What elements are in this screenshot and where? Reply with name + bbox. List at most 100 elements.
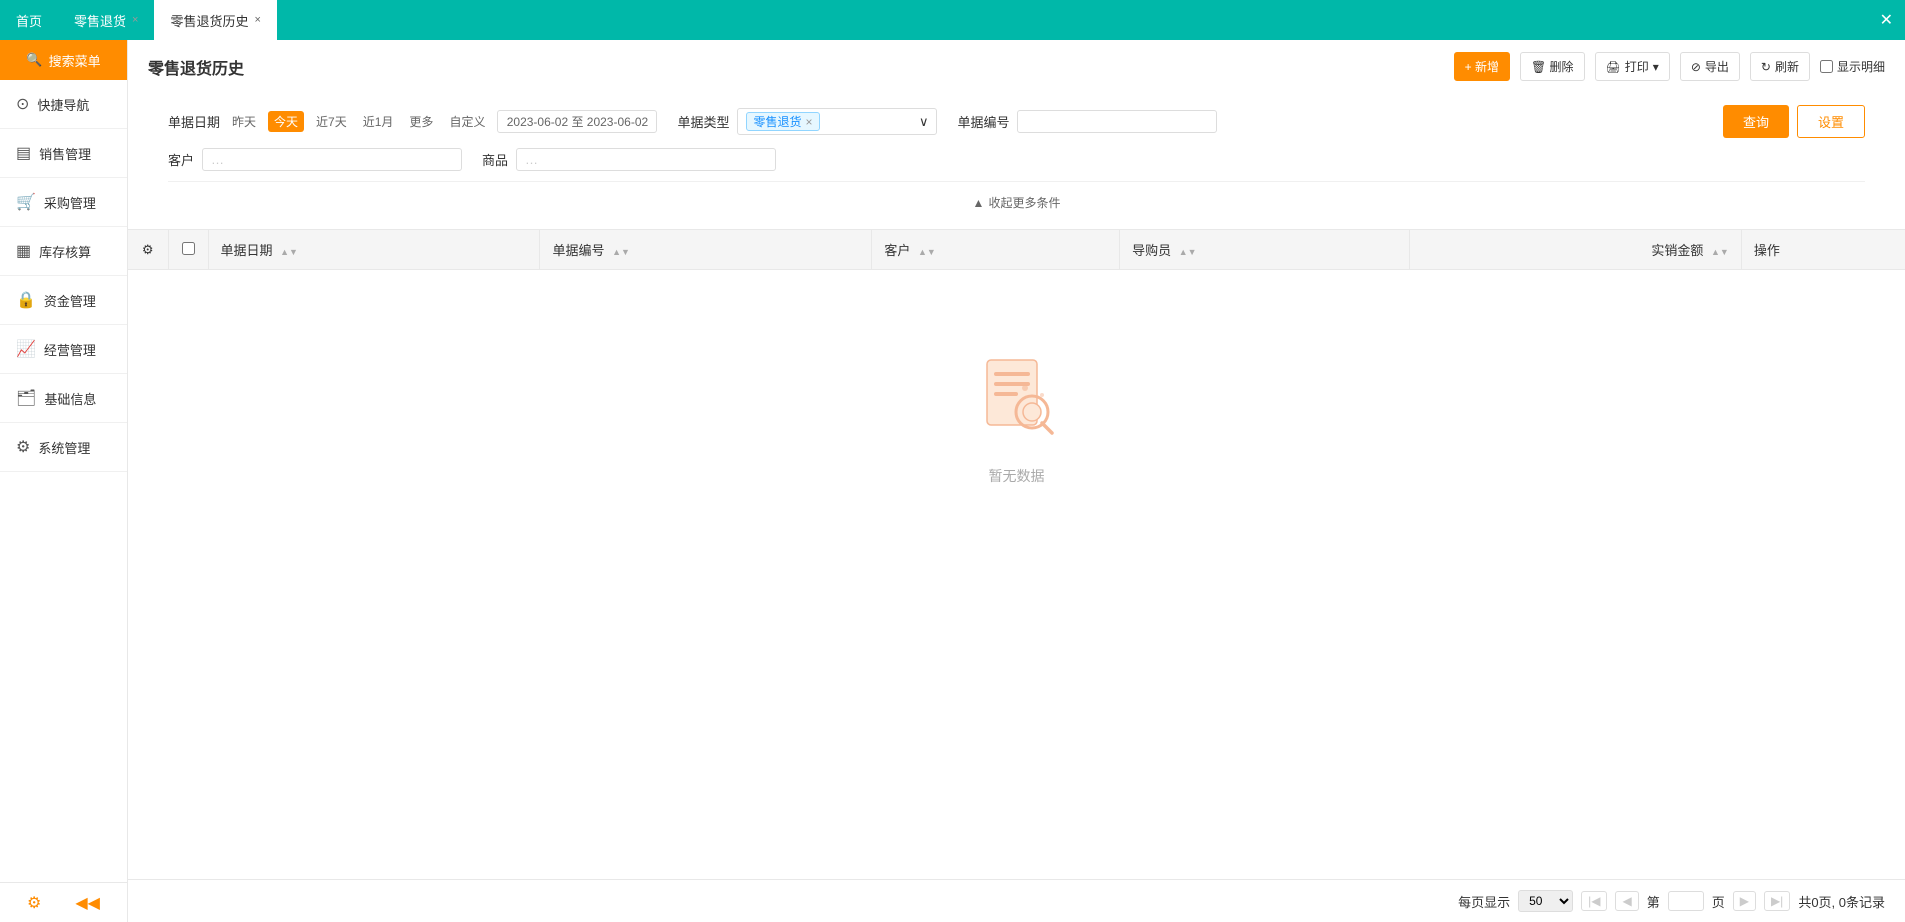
tab-retail-return-label: 零售退货 [74,11,126,30]
tab-retail-return-history-close[interactable]: × [254,14,260,26]
sidebar-footer: ⚙ ◀◀ [0,882,127,922]
tab-retail-return[interactable]: 零售退货 × [58,0,154,40]
audio-icon[interactable]: ◀◀ [75,893,100,913]
show-detail-label: 显示明细 [1837,58,1885,75]
sidebar-item-purchase-mgmt[interactable]: 🛒 采购管理 [0,178,127,227]
date-filter: 单据日期 昨天 今天 近7天 近1月 更多 自定义 2023-06-02 至 2… [168,110,657,133]
purchase-icon: 🛒 [16,192,36,212]
settings-icon: ⚙ [142,242,154,257]
next-page-btn[interactable]: ▶ [1733,891,1756,911]
th-date-sort: ▲▼ [280,247,298,257]
per-page-select[interactable]: 10 20 50 100 [1518,890,1573,912]
settings-icon[interactable]: ⚙ [27,893,41,913]
sidebar-item-basic-info[interactable]: 🗂 基础信息 [0,374,127,423]
filter-area: 单据日期 昨天 今天 近7天 近1月 更多 自定义 2023-06-02 至 2… [148,93,1885,229]
refresh-button[interactable]: ↻ 刷新 [1750,52,1810,81]
tab-retail-return-history-label: 零售退货历史 [170,11,248,30]
sidebar-search[interactable]: 🔍 搜索菜单 [0,40,127,80]
search-icon: 🔍 [26,52,42,68]
th-date-label: 单据日期 [221,243,273,258]
doc-type-label: 单据类型 [677,112,729,131]
delete-button[interactable]: 🗑 删除 [1520,52,1585,81]
sidebar-item-system-label: 系统管理 [38,438,90,457]
sidebar-item-system-mgmt[interactable]: ⚙ 系统管理 [0,423,127,472]
page-header: 零售退货历史 + 新增 🗑 删除 🖨 🖨 打印 打印 ▾ ⊘ 导出 [128,40,1905,230]
sidebar-item-purchase-label: 采购管理 [44,193,96,212]
page-input[interactable]: 1 [1668,891,1704,911]
th-guide[interactable]: 导购员 ▲▼ [1120,230,1410,270]
tab-retail-return-history[interactable]: 零售退货历史 × [154,0,276,40]
tab-home[interactable]: 首页 [0,0,58,40]
th-number[interactable]: 单据编号 ▲▼ [540,230,872,270]
prev-page-btn[interactable]: ◀ [1615,891,1638,911]
date-btn-today[interactable]: 今天 [268,111,304,132]
date-btn-custom[interactable]: 自定义 [445,111,489,132]
nav-tabs: 首页 零售退货 × 零售退货历史 × [0,0,1880,40]
sidebar-item-quick-nav[interactable]: ⊙ 快捷导航 [0,80,127,129]
top-nav-close[interactable]: ✕ [1880,10,1905,30]
page-label-2: 页 [1712,892,1725,911]
print-button[interactable]: 🖨 🖨 打印 打印 ▾ [1595,52,1670,81]
customer-filter: 客户 … [168,148,462,171]
show-detail-checkbox-label[interactable]: 显示明细 [1820,58,1885,75]
th-number-sort: ▲▼ [612,247,630,257]
date-btn-yesterday[interactable]: 昨天 [228,111,260,132]
filter-row-1: 单据日期 昨天 今天 近7天 近1月 更多 自定义 2023-06-02 至 2… [168,105,1865,138]
basic-info-icon: 🗂 [16,388,36,408]
th-date[interactable]: 单据日期 ▲▼ [208,230,540,270]
main-layout: 🔍 搜索菜单 ⊙ 快捷导航 ▤ 销售管理 🛒 采购管理 ▦ 库存核算 🔒 资 [0,40,1905,922]
first-page-btn[interactable]: |◀ [1581,891,1607,911]
goods-input[interactable]: … [516,148,776,171]
table-container: ⚙ 单据日期 ▲▼ 单据编号 ▲▼ [128,230,1905,879]
doc-type-select[interactable]: 零售退货 × ∨ [737,108,937,135]
sidebar-item-sales-mgmt[interactable]: ▤ 销售管理 [0,129,127,178]
date-btn-1month[interactable]: 近1月 [359,111,398,132]
show-detail-checkbox[interactable] [1820,60,1833,73]
goods-filter: 商品 … [482,148,776,171]
per-page-label: 每页显示 [1458,892,1510,911]
collapse-row: ▲ 收起更多条件 [168,181,1865,217]
sidebar-item-operations[interactable]: 📈 经营管理 [0,325,127,374]
setting-button[interactable]: 设置 [1797,105,1865,138]
filter-row-2: 客户 … 商品 … [168,148,1865,171]
doc-number-input[interactable] [1017,110,1217,133]
th-customer[interactable]: 客户 ▲▼ [872,230,1120,270]
doc-type-filter: 单据类型 零售退货 × ∨ [677,108,937,135]
collapse-button[interactable]: ▲ 收起更多条件 [973,188,1061,217]
sidebar-item-finance[interactable]: 🔒 资金管理 [0,276,127,325]
th-action-label: 操作 [1754,243,1780,258]
table-header: ⚙ 单据日期 ▲▼ 单据编号 ▲▼ [128,230,1905,270]
export-button[interactable]: ⊘ 导出 [1680,52,1740,81]
tab-retail-return-close[interactable]: × [132,14,138,26]
quick-nav-icon: ⊙ [16,94,29,114]
doc-type-tag-close[interactable]: × [805,115,812,129]
sidebar-item-sales-label: 销售管理 [39,144,91,163]
sales-icon: ▤ [16,143,31,163]
th-customer-label: 客户 [884,243,910,258]
last-page-btn[interactable]: ▶| [1764,891,1790,911]
print-icon: 🖨 [1606,60,1621,74]
select-all-checkbox[interactable] [182,242,195,255]
customer-input[interactable]: … [202,148,462,171]
sidebar-item-inventory[interactable]: ▦ 库存核算 [0,227,127,276]
sidebar-item-finance-label: 资金管理 [44,291,96,310]
new-button[interactable]: + 新增 [1454,52,1510,81]
date-btn-7days[interactable]: 近7天 [312,111,351,132]
doc-type-value: 零售退货 [753,113,801,130]
doc-type-tag: 零售退货 × [746,112,819,131]
doc-type-dropdown-icon: ∨ [919,114,929,130]
date-btn-more[interactable]: 更多 [405,111,437,132]
query-action-area: 查询 设置 [1723,105,1865,138]
th-amount[interactable]: 实销金额 ▲▼ [1409,230,1741,270]
page-label: 第 [1647,892,1660,911]
operations-icon: 📈 [16,339,36,359]
date-range-input[interactable]: 2023-06-02 至 2023-06-02 [497,110,657,133]
doc-number-filter: 单据编号 [957,110,1217,133]
th-settings[interactable]: ⚙ [128,230,168,270]
refresh-icon: ↻ [1761,60,1771,74]
sidebar: 🔍 搜索菜单 ⊙ 快捷导航 ▤ 销售管理 🛒 采购管理 ▦ 库存核算 🔒 资 [0,40,128,922]
collapse-icon: ▲ [973,196,985,210]
th-customer-sort: ▲▼ [918,247,936,257]
th-checkbox[interactable] [168,230,208,270]
query-button[interactable]: 查询 [1723,105,1789,138]
